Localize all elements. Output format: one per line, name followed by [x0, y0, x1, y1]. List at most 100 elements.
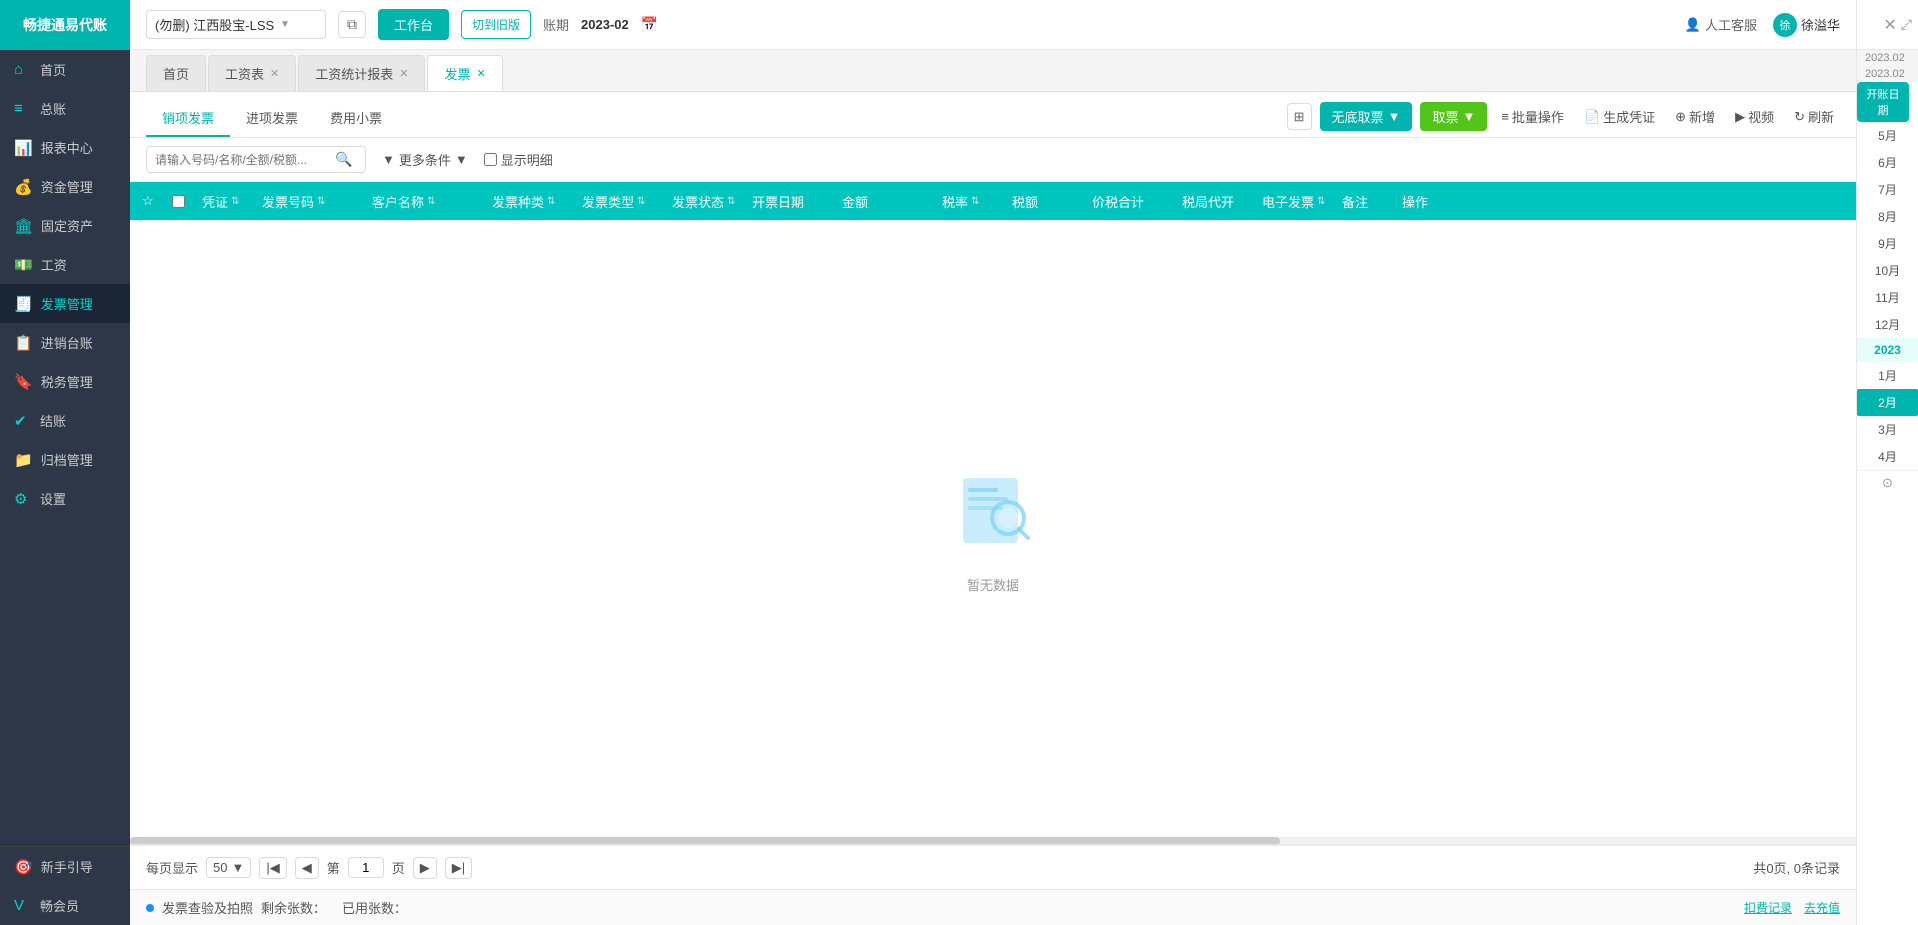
next-page-button[interactable]: ▶: [413, 857, 437, 879]
th-tax-total-label: 价税合计: [1092, 192, 1144, 211]
tab-bar: 首页 工资表 ✕ 工资统计报表 ✕ 发票 ✕: [130, 50, 1856, 92]
page-input[interactable]: [348, 857, 384, 878]
open-date-button[interactable]: 开账日期: [1857, 82, 1909, 122]
company-select[interactable]: (勿删) 江西股宝-LSS ▼: [146, 10, 326, 39]
sub-tab-expense-receipt[interactable]: 费用小票: [314, 100, 398, 137]
tab-payroll[interactable]: 工资表 ✕: [208, 55, 296, 91]
select-all-checkbox[interactable]: [172, 195, 185, 208]
first-page-button[interactable]: |◀: [259, 857, 286, 879]
refresh-button[interactable]: ↻ 刷新: [1788, 103, 1840, 130]
th-action-label: 操作: [1402, 192, 1428, 211]
period-label: 账期: [543, 15, 569, 34]
sidebar-item-ledger[interactable]: ≡ 总账: [0, 89, 130, 128]
sidebar-label-funds: 资金管理: [41, 177, 93, 196]
month-3-2023[interactable]: 3月: [1857, 416, 1918, 443]
sidebar-item-closing[interactable]: ✔ 结账: [0, 401, 130, 440]
sub-tab-purchase-invoice[interactable]: 进项发票: [230, 100, 314, 137]
take-ticket-button[interactable]: 取票 ▼: [1420, 102, 1487, 131]
deduct-record-link[interactable]: 扣费记录: [1744, 899, 1792, 916]
workbench-button[interactable]: 工作台: [378, 9, 449, 40]
service-button[interactable]: 👤 人工客服: [1685, 15, 1757, 34]
right-panel-expand-button[interactable]: ⤢: [1901, 16, 1912, 33]
new-button[interactable]: ⊕ 新增: [1669, 103, 1721, 130]
gen-voucher-button[interactable]: 📄 生成凭证: [1578, 103, 1661, 130]
sidebar-label-ledger: 总账: [40, 99, 66, 118]
th-customer[interactable]: 客户名称 ⇅: [368, 192, 488, 211]
sidebar-item-purchase-sales[interactable]: 📋 进销台账: [0, 323, 130, 362]
no-ticket-button[interactable]: 无底取票 ▼: [1320, 102, 1413, 131]
app-logo: 畅捷通易代账: [0, 0, 130, 50]
table-scroll-thumb[interactable]: [130, 837, 1280, 845]
tab-payroll-stats[interactable]: 工资统计报表 ✕: [298, 55, 425, 91]
th-tax-code: 税局代开: [1178, 192, 1258, 211]
sidebar-item-home[interactable]: ⌂ 首页: [0, 50, 130, 89]
empty-text: 暂无数据: [967, 575, 1019, 594]
th-remark-label: 备注: [1342, 192, 1368, 211]
year-2023-label: 2023: [1857, 338, 1918, 362]
month-9[interactable]: 9月: [1857, 230, 1918, 257]
right-panel-close-button[interactable]: ✕: [1883, 15, 1896, 35]
month-6[interactable]: 6月: [1857, 149, 1918, 176]
show-detail-toggle[interactable]: 显示明细: [484, 150, 553, 169]
sidebar-item-payroll[interactable]: 💵 工资: [0, 245, 130, 284]
show-detail-label: 显示明细: [501, 150, 553, 169]
tab-invoice[interactable]: 发票 ✕: [427, 55, 502, 91]
header-right: 👤 人工客服 徐 徐溢华: [1685, 13, 1840, 37]
th-voucher[interactable]: 凭证 ⇅: [198, 192, 258, 211]
per-page-select[interactable]: 50 ▼: [206, 857, 251, 878]
sidebar-item-tax[interactable]: 🔖 税务管理: [0, 362, 130, 401]
month-12[interactable]: 12月: [1857, 311, 1918, 338]
sidebar-item-fixed-assets[interactable]: 🏛 固定资产: [0, 206, 130, 245]
search-input-wrap[interactable]: 🔍: [146, 146, 366, 173]
grid-view-button[interactable]: ⊞: [1287, 103, 1312, 130]
scroll-down-button[interactable]: ⊙: [1857, 470, 1918, 495]
purchase-sales-icon: 📋: [14, 334, 33, 352]
payroll-icon: 💵: [14, 256, 33, 274]
month-2-2023[interactable]: 2月: [1857, 389, 1918, 416]
prev-page-button[interactable]: ◀: [295, 857, 319, 879]
sidebar-item-vip[interactable]: V 畅会员: [0, 886, 130, 925]
switch-version-button[interactable]: 切到旧版: [461, 10, 531, 39]
video-button[interactable]: ▶ 视频: [1729, 103, 1780, 130]
tab-invoice-close[interactable]: ✕: [477, 67, 486, 80]
month-4-2023[interactable]: 4月: [1857, 443, 1918, 470]
sidebar-item-guide[interactable]: 🎯 新手引导: [0, 847, 130, 886]
th-type[interactable]: 发票种类 ⇅: [488, 192, 578, 211]
table-scrollbar[interactable]: [130, 837, 1856, 845]
th-e-invoice[interactable]: 电子发票 ⇅: [1258, 192, 1338, 211]
sub-tab-actions: ⊞ 无底取票 ▼ 取票 ▼ ≡ 批量操作 📄 生成凭证: [1287, 102, 1840, 135]
tab-payroll-stats-close[interactable]: ✕: [399, 67, 408, 80]
th-invoice-no[interactable]: 发票号码 ⇅: [258, 192, 368, 211]
recharge-link[interactable]: 去充值: [1804, 899, 1840, 916]
month-10[interactable]: 10月: [1857, 257, 1918, 284]
th-tax-rate[interactable]: 税率 ⇅: [938, 192, 1008, 211]
sidebar-item-reports[interactable]: 📊 报表中心: [0, 128, 130, 167]
main-area: (勿删) 江西股宝-LSS ▼ ⧉ 工作台 切到旧版 账期 2023-02 📅 …: [130, 0, 1856, 925]
month-1-2023[interactable]: 1月: [1857, 362, 1918, 389]
sidebar-item-settings[interactable]: ⚙ 设置: [0, 479, 130, 518]
month-7[interactable]: 7月: [1857, 176, 1918, 203]
th-checkbox[interactable]: [168, 195, 198, 208]
search-input[interactable]: [155, 153, 335, 167]
sidebar-item-archive[interactable]: 📁 归档管理: [0, 440, 130, 479]
tab-payroll-close[interactable]: ✕: [270, 67, 279, 80]
copy-button[interactable]: ⧉: [338, 11, 366, 38]
gen-voucher-label: 生成凭证: [1603, 107, 1655, 126]
user-button[interactable]: 徐 徐溢华: [1773, 13, 1840, 37]
th-category[interactable]: 发票类型 ⇅: [578, 192, 668, 211]
sub-tab-sales-invoice[interactable]: 销项发票: [146, 100, 230, 137]
batch-ops-button[interactable]: ≡ 批量操作: [1495, 103, 1570, 130]
month-11[interactable]: 11月: [1857, 284, 1918, 311]
remaining-label: 剩余张数：: [261, 898, 326, 917]
show-detail-checkbox[interactable]: [484, 153, 497, 166]
th-status[interactable]: 发票状态 ⇅: [668, 192, 748, 211]
sidebar-item-invoice[interactable]: 🧾 发票管理: [0, 284, 130, 323]
tab-home[interactable]: 首页: [146, 55, 206, 91]
last-page-button[interactable]: ▶|: [445, 857, 472, 879]
sidebar-item-funds[interactable]: 💰 资金管理: [0, 167, 130, 206]
more-conditions-button[interactable]: ▼ 更多条件 ▼: [382, 150, 468, 169]
month-5[interactable]: 5月: [1857, 122, 1918, 149]
month-8[interactable]: 8月: [1857, 203, 1918, 230]
star-icon: ☆: [142, 193, 154, 209]
period-row-1: 2023.02: [1857, 50, 1918, 66]
